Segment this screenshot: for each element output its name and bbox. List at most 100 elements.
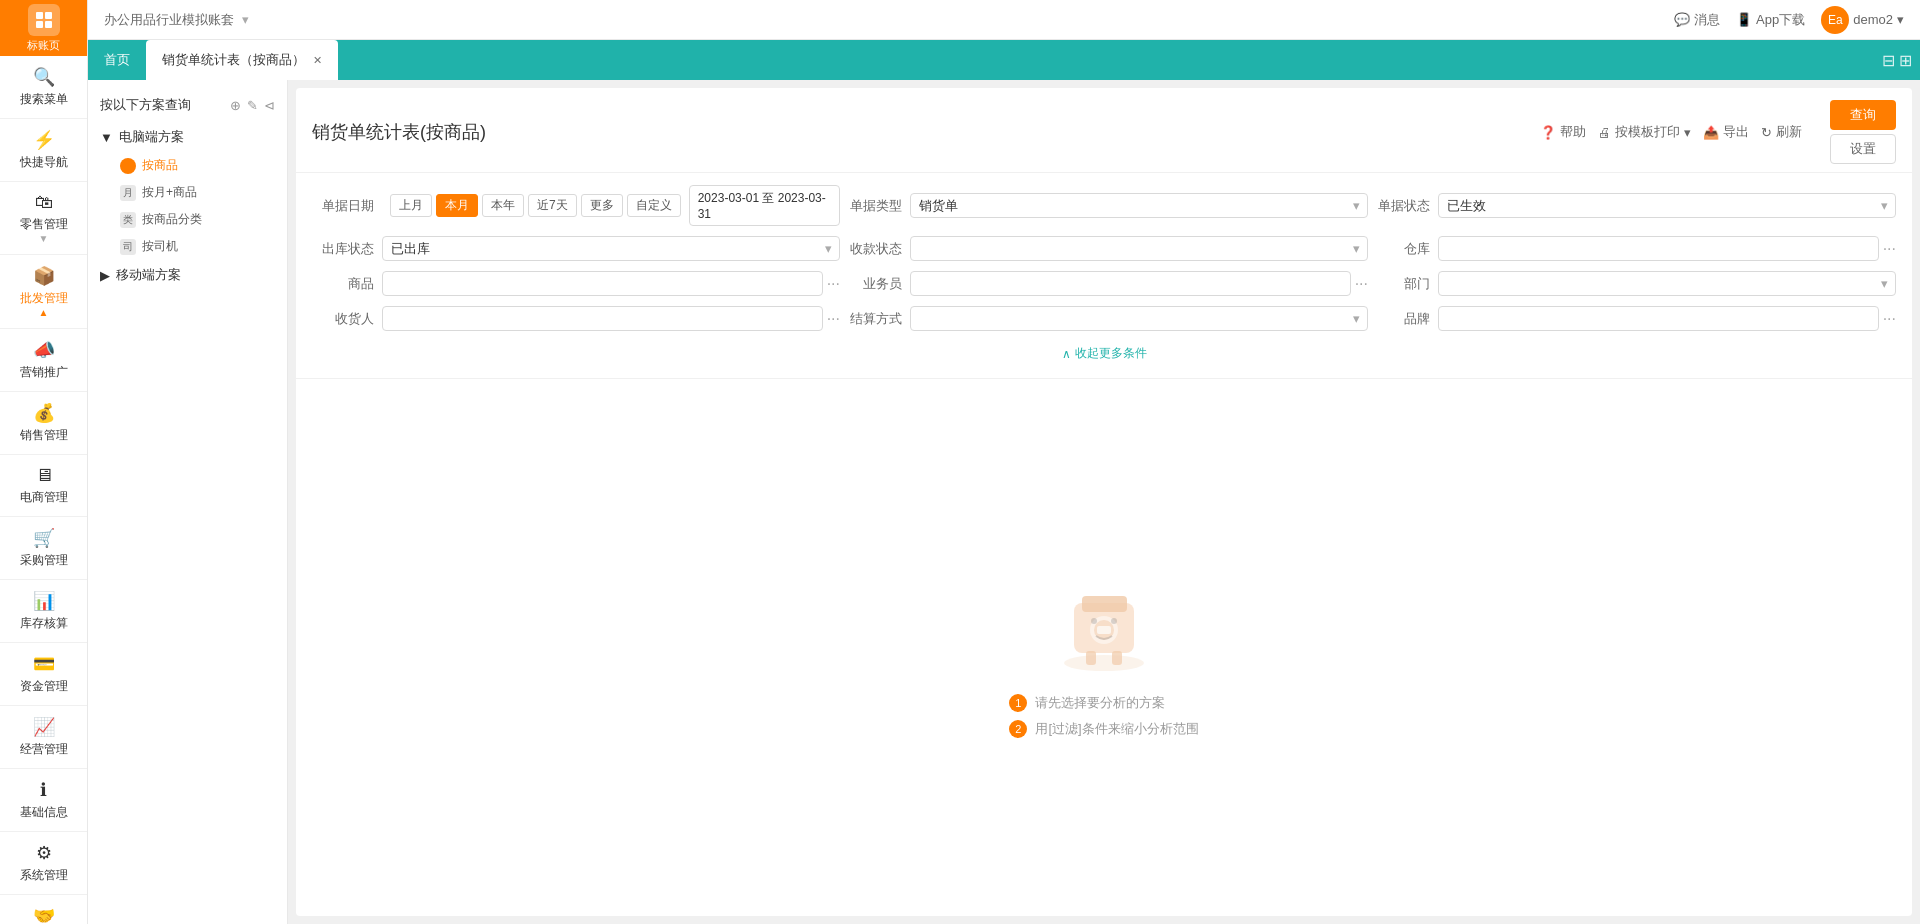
sidebar-item-search[interactable]: 🔍 搜索菜单	[0, 56, 88, 119]
edit-scheme-icon[interactable]: ✎	[247, 98, 258, 113]
brand-dots[interactable]: ···	[1883, 310, 1896, 328]
shortcut-7days[interactable]: 近7天	[528, 194, 577, 217]
breadcrumb-text: 办公用品行业模拟账套	[104, 11, 234, 29]
page-actions: ❓ 帮助 🖨 按模板打印 ▾ 📤 导出 ↻ 刷新	[1540, 100, 1896, 164]
filter-col-warehouse: 仓库 ···	[1368, 236, 1896, 261]
shortcut-this-year[interactable]: 本年	[482, 194, 524, 217]
warehouse-input[interactable]	[1438, 236, 1879, 261]
inventory-icon: 📊	[33, 590, 55, 612]
sidebar-item-retail[interactable]: 🛍 零售管理 ▼	[0, 182, 88, 255]
warehouse-dots[interactable]: ···	[1883, 240, 1896, 258]
tab-maximize-icon[interactable]: ⊞	[1899, 51, 1912, 70]
sidebar-item-finance[interactable]: 💳 资金管理	[0, 643, 88, 706]
shortcut-last-month[interactable]: 上月	[390, 194, 432, 217]
retail-icon: 🛍	[35, 192, 53, 213]
help-btn[interactable]: ❓ 帮助	[1540, 123, 1586, 141]
salesperson-label: 业务员	[840, 275, 910, 293]
help-icon: ❓	[1540, 125, 1556, 140]
dept-select[interactable]	[1438, 271, 1896, 296]
collapse-btn[interactable]: ∧ 收起更多条件	[1062, 345, 1147, 362]
brand-input[interactable]	[1438, 306, 1879, 331]
sidebar-item-inventory[interactable]: 📊 库存核算	[0, 580, 88, 643]
message-btn[interactable]: 💬 消息	[1674, 11, 1720, 29]
user-profile-btn[interactable]: Ea demo2 ▾	[1821, 6, 1904, 34]
help-label: 帮助	[1560, 123, 1586, 141]
print-icon: 🖨	[1598, 125, 1611, 140]
empty-tip-1: 1 请先选择要分析的方案	[1009, 694, 1198, 712]
shortcut-custom[interactable]: 自定义	[627, 194, 681, 217]
receiver-dots[interactable]: ···	[827, 310, 840, 328]
product-input[interactable]	[382, 271, 823, 296]
user-dropdown-icon: ▾	[1897, 12, 1904, 27]
corp-icon: 🤝	[33, 905, 55, 924]
doc-type-label: 单据类型	[840, 197, 910, 215]
doc-status-select-wrapper[interactable]: 已生效	[1438, 193, 1896, 218]
sidebar-item-wholesale[interactable]: 📦 批发管理 ▲	[0, 255, 88, 329]
doc-type-select-wrapper[interactable]: 销货单	[910, 193, 1368, 218]
app-logo: 标账页	[0, 0, 88, 56]
basic-icon: ℹ	[40, 779, 47, 801]
payment-select-wrapper[interactable]	[910, 306, 1368, 331]
sidebar-item-corp[interactable]: 🤝 企业协同	[0, 895, 88, 924]
tab-report[interactable]: 销货单统计表（按商品） ✕	[146, 40, 338, 80]
refresh-btn[interactable]: ↻ 刷新	[1761, 123, 1802, 141]
category-icon: 类	[120, 212, 136, 228]
sidebar-item-purchase[interactable]: 🛒 采购管理	[0, 517, 88, 580]
tip-1-text: 请先选择要分析的方案	[1035, 694, 1165, 712]
date-range-input[interactable]: 2023-03-01 至 2023-03-31	[689, 185, 840, 226]
doc-type-select[interactable]: 销货单	[910, 193, 1368, 218]
print-btn[interactable]: 🖨 按模板打印 ▾	[1598, 123, 1691, 141]
sidebar: 标账页 🔍 搜索菜单 ⚡ 快捷导航 🛍 零售管理 ▼ 📦 批发管理 ▲ 📣 营销…	[0, 0, 88, 924]
tab-report-label: 销货单统计表（按商品）	[162, 51, 305, 69]
tree-child-by-month-product[interactable]: 月 按月+商品	[88, 179, 287, 206]
salesperson-dots[interactable]: ···	[1355, 275, 1368, 293]
tree-parent-mobile[interactable]: ▶ 移动端方案	[88, 260, 287, 290]
tab-minimize-icon[interactable]: ⊟	[1882, 51, 1895, 70]
topbar: 办公用品行业模拟账套 ▾ 💬 消息 📱 App下载 Ea demo2 ▾	[88, 0, 1920, 40]
purchase-icon: 🛒	[33, 527, 55, 549]
sidebar-item-marketing[interactable]: 📣 营销推广	[0, 329, 88, 392]
out-status-select[interactable]: 已出库	[382, 236, 840, 261]
add-scheme-icon[interactable]: ⊕	[230, 98, 241, 113]
sidebar-item-basic[interactable]: ℹ 基础信息	[0, 769, 88, 832]
tab-home[interactable]: 首页	[88, 40, 146, 80]
warehouse-label: 仓库	[1368, 240, 1438, 258]
app-download-btn[interactable]: 📱 App下载	[1736, 11, 1805, 29]
tree-child-by-category[interactable]: 类 按商品分类	[88, 206, 287, 233]
tip-num-1: 1	[1009, 694, 1027, 712]
receipt-status-select-wrapper[interactable]	[910, 236, 1368, 261]
svg-point-10	[1091, 618, 1097, 624]
export-btn[interactable]: 📤 导出	[1703, 123, 1749, 141]
sidebar-item-ecom[interactable]: 🖥 电商管理	[0, 455, 88, 517]
sidebar-item-operation[interactable]: 📈 经营管理	[0, 706, 88, 769]
tab-close-icon[interactable]: ✕	[313, 54, 322, 67]
sidebar-item-sales[interactable]: 💰 销售管理	[0, 392, 88, 455]
payment-select[interactable]	[910, 306, 1368, 331]
shortcut-more[interactable]: 更多	[581, 194, 623, 217]
collapse-panel-icon[interactable]: ⊲	[264, 98, 275, 113]
breadcrumb-dropdown-icon[interactable]: ▾	[242, 12, 249, 27]
sidebar-item-quick[interactable]: ⚡ 快捷导航	[0, 119, 88, 182]
message-label: 消息	[1694, 11, 1720, 29]
tree-expand-icon: ▼	[100, 130, 113, 145]
tip-2-text: 用[过滤]条件来缩小分析范围	[1035, 720, 1198, 738]
salesperson-input[interactable]	[910, 271, 1351, 296]
product-dots[interactable]: ···	[827, 275, 840, 293]
doc-status-select[interactable]: 已生效	[1438, 193, 1896, 218]
receiver-input[interactable]	[382, 306, 823, 331]
settings-button[interactable]: 设置	[1830, 134, 1896, 164]
tree-child-by-driver[interactable]: 司 按司机	[88, 233, 287, 260]
tree-parent-desktop[interactable]: ▼ 电脑端方案	[88, 122, 287, 152]
sidebar-item-system[interactable]: ⚙ 系统管理	[0, 832, 88, 895]
filter-col-docstatus: 单据状态 已生效	[1368, 193, 1896, 218]
avatar: Ea	[1821, 6, 1849, 34]
shortcut-this-month[interactable]: 本月	[436, 194, 478, 217]
receipt-status-select[interactable]	[910, 236, 1368, 261]
query-button[interactable]: 查询	[1830, 100, 1896, 130]
tree-child-by-product[interactable]: 按商品	[88, 152, 287, 179]
tip-num-2: 2	[1009, 720, 1027, 738]
out-status-select-wrapper[interactable]: 已出库	[382, 236, 840, 261]
dept-select-wrapper[interactable]	[1438, 271, 1896, 296]
date-shortcuts: 上月 本月 本年 近7天 更多 自定义	[390, 194, 681, 217]
sidebar-item-operation-label: 经营管理	[20, 741, 68, 758]
